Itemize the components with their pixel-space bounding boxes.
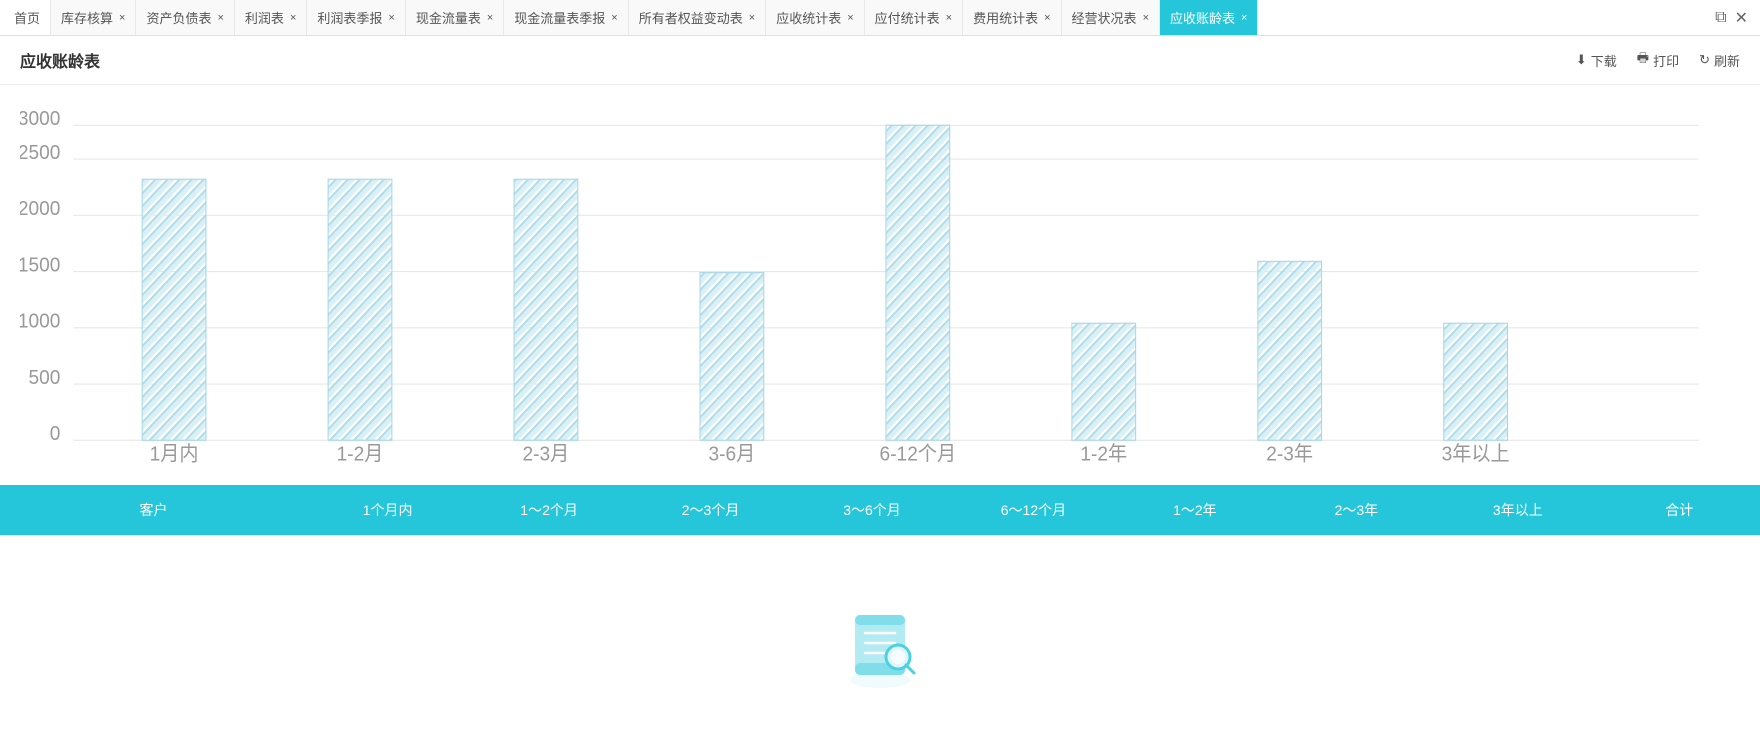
- th-2-3m: 2～3个月: [630, 500, 791, 520]
- tab-close-balance-sheet[interactable]: ×: [217, 12, 223, 24]
- tab-ar-aging[interactable]: 应收账龄表×: [1160, 0, 1258, 36]
- svg-text:2-3年: 2-3年: [1266, 443, 1313, 465]
- main-content: 0 500 1000 1500 2000 2500 3000: [0, 85, 1760, 755]
- svg-text:3-6月: 3-6月: [708, 443, 755, 465]
- table-header: 客户1个月内1～2个月2～3个月3～6个月6～12个月1～2年2～3年3年以上合…: [0, 485, 1760, 535]
- tab-profit[interactable]: 利润表×: [235, 0, 307, 36]
- tab-close-cashflow[interactable]: ×: [487, 12, 493, 24]
- th-1-2y: 1～2年: [1114, 500, 1275, 520]
- th-6-12m: 6～12个月: [953, 500, 1114, 520]
- th-3y+: 3年以上: [1437, 500, 1598, 520]
- svg-text:3000: 3000: [20, 108, 60, 131]
- tab-close-ar-stat[interactable]: ×: [847, 12, 853, 24]
- tab-close-ar-aging[interactable]: ×: [1241, 12, 1247, 24]
- svg-text:1500: 1500: [20, 254, 60, 277]
- th-2-3y: 2～3年: [1276, 500, 1437, 520]
- tab-ap-stat[interactable]: 应付统计表×: [865, 0, 963, 36]
- tab-close-operation[interactable]: ×: [1143, 12, 1149, 24]
- restore-icon[interactable]: ⧉: [1715, 9, 1726, 27]
- svg-text:2500: 2500: [20, 142, 60, 165]
- refresh-button[interactable]: ↻ 刷新: [1699, 51, 1740, 70]
- tab-cashflow-quarterly[interactable]: 现金流量表季报×: [504, 0, 628, 36]
- th-1-2m: 1～2个月: [468, 500, 629, 520]
- tab-close-equity[interactable]: ×: [749, 12, 755, 24]
- svg-text:2000: 2000: [20, 198, 60, 221]
- tab-bar: 首页库存核算×资产负债表×利润表×利润表季报×现金流量表×现金流量表季报×所有者…: [0, 0, 1760, 36]
- svg-text:1月内: 1月内: [150, 443, 199, 465]
- page-header: 应收账龄表 ⬇ 下载 🖶 打印 ↻ 刷新: [0, 36, 1760, 85]
- tab-close-ap-stat[interactable]: ×: [946, 12, 952, 24]
- print-icon: 🖶: [1637, 49, 1649, 71]
- header-actions: ⬇ 下载 🖶 打印 ↻ 刷新: [1576, 49, 1740, 71]
- svg-text:1000: 1000: [20, 310, 60, 333]
- tab-close-inventory[interactable]: ×: [119, 12, 125, 24]
- tab-inventory[interactable]: 库存核算×: [51, 0, 136, 36]
- svg-text:2-3月: 2-3月: [523, 443, 570, 465]
- svg-text:6-12个月: 6-12个月: [880, 443, 956, 465]
- svg-text:1-2年: 1-2年: [1080, 443, 1127, 465]
- table-body: [0, 535, 1760, 755]
- print-button[interactable]: 🖶 打印: [1637, 49, 1679, 71]
- th-customer: 客户: [0, 500, 307, 520]
- tab-home[interactable]: 首页: [4, 0, 51, 36]
- refresh-icon: ↻: [1699, 52, 1710, 68]
- window-buttons: ⧉ ✕: [1715, 8, 1756, 28]
- tab-profit-quarterly[interactable]: 利润表季报×: [307, 0, 405, 36]
- page-title: 应收账龄表: [20, 48, 100, 72]
- download-button[interactable]: ⬇ 下载: [1576, 51, 1617, 70]
- tab-cashflow[interactable]: 现金流量表×: [406, 0, 504, 36]
- tab-ar-stat[interactable]: 应收统计表×: [766, 0, 864, 36]
- tab-expense[interactable]: 费用统计表×: [963, 0, 1061, 36]
- download-icon: ⬇: [1576, 52, 1587, 68]
- svg-text:500: 500: [28, 367, 60, 390]
- bar-chart: 0 500 1000 1500 2000 2500 3000: [20, 105, 1720, 465]
- th-total: 合计: [1599, 500, 1760, 520]
- tab-close-cashflow-quarterly[interactable]: ×: [611, 12, 617, 24]
- tab-balance-sheet[interactable]: 资产负债表×: [136, 0, 234, 36]
- tab-operation[interactable]: 经营状况表×: [1062, 0, 1160, 36]
- tab-close-profit[interactable]: ×: [290, 12, 296, 24]
- svg-text:1-2月: 1-2月: [337, 443, 384, 465]
- chart-area: 0 500 1000 1500 2000 2500 3000: [0, 85, 1760, 485]
- tab-equity[interactable]: 所有者权益变动表×: [629, 0, 766, 36]
- th-1m: 1个月内: [307, 500, 468, 520]
- svg-text:3年以上: 3年以上: [1442, 443, 1510, 465]
- empty-state: [0, 535, 1760, 755]
- close-window-icon[interactable]: ✕: [1735, 8, 1748, 28]
- empty-icon: [830, 595, 930, 695]
- tab-close-expense[interactable]: ×: [1044, 12, 1050, 24]
- tab-close-profit-quarterly[interactable]: ×: [388, 12, 394, 24]
- svg-text:0: 0: [50, 423, 61, 446]
- th-3-6m: 3～6个月: [791, 500, 952, 520]
